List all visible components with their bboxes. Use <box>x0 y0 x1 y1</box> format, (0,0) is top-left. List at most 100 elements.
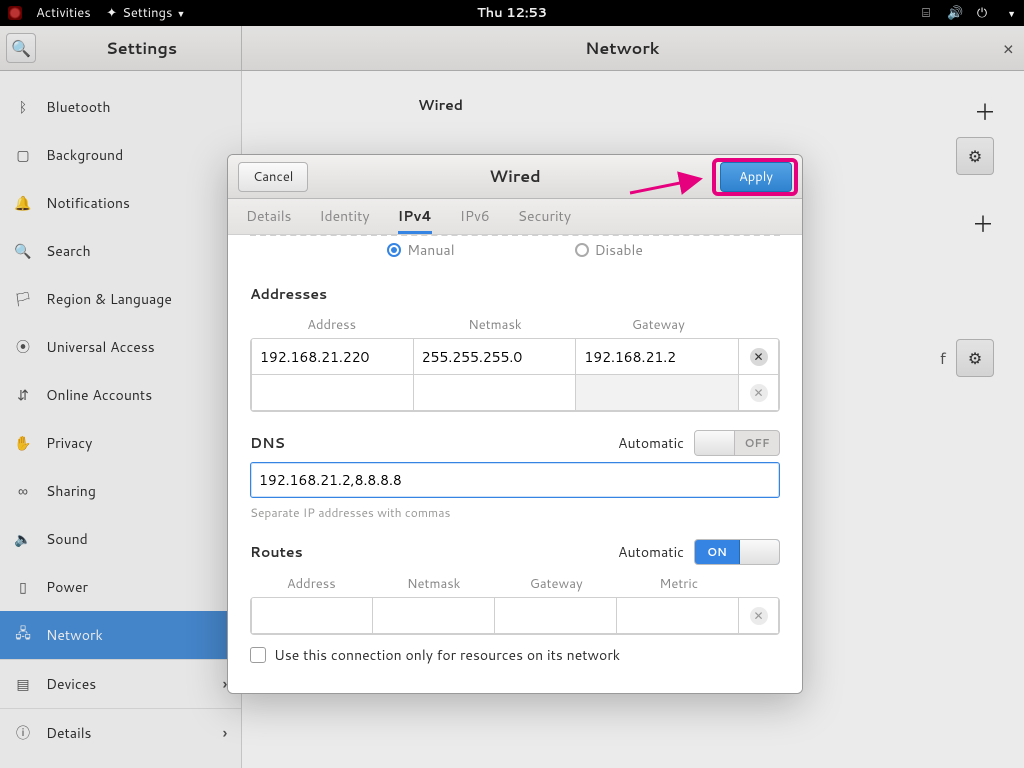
vpn-settings-gear-button[interactable]: ⚙ <box>956 339 994 377</box>
sidebar-item-devices[interactable]: ▤Devices› <box>0 660 241 708</box>
details-icon: ⓘ <box>14 723 32 743</box>
tab-ipv4[interactable]: IPv4 <box>398 198 432 234</box>
vpn-off-text: f <box>940 347 946 370</box>
share-icon: ∞ <box>14 481 32 501</box>
dns-automatic-switch[interactable]: OFF <box>694 430 780 456</box>
dns-servers-input[interactable] <box>250 462 780 498</box>
search-button[interactable]: 🔍 <box>6 33 36 63</box>
dns-automatic-label: Automatic <box>618 433 684 453</box>
sidebar-item-bluetooth[interactable]: ᛒ Bluetooth <box>0 83 241 131</box>
window-close-button[interactable]: × <box>1003 35 1014 61</box>
left-pane-title: Settings <box>42 37 241 60</box>
sidebar-item-label: Region & Language <box>46 289 172 309</box>
routes-table: ✕ <box>250 597 780 635</box>
sidebar-item-label: Search <box>46 241 91 261</box>
accessibility-icon: ⦿ <box>14 337 32 357</box>
sidebar-item-label: Details <box>46 723 92 743</box>
wired-settings-gear-button[interactable]: ⚙ <box>956 137 994 175</box>
sidebar-item-label: Online Accounts <box>46 385 152 405</box>
dialog-title: Wired <box>489 165 540 188</box>
only-resources-checkbox[interactable]: Use this connection only for resources o… <box>250 645 780 665</box>
devices-icon: ▤ <box>14 674 32 694</box>
sidebar-item-label: Devices <box>46 674 96 694</box>
app-menu[interactable]: ✦ Settings▼ <box>105 4 186 22</box>
sidebar-item-power[interactable]: ▯Power <box>0 563 241 611</box>
sidebar-item-search[interactable]: 🔍 Search <box>0 227 241 275</box>
power-icon[interactable]: ⏻ <box>975 4 989 22</box>
address-input[interactable] <box>252 339 413 374</box>
battery-icon: ▯ <box>14 577 32 597</box>
hand-icon: ✋ <box>14 433 32 453</box>
netmask-input-empty[interactable] <box>414 375 576 410</box>
route-netmask-input[interactable] <box>373 598 494 633</box>
tab-ipv6[interactable]: IPv6 <box>460 198 490 234</box>
remove-route-button[interactable]: ✕ <box>739 598 779 634</box>
remove-address-button[interactable]: ✕ <box>739 339 779 375</box>
cancel-button[interactable]: Cancel <box>238 162 308 192</box>
remove-icon: ✕ <box>750 384 768 402</box>
page-title: Network <box>242 37 1003 60</box>
sidebar-item-details[interactable]: ⓘ Details › <box>0 709 241 757</box>
routes-label: Routes <box>250 542 303 562</box>
clock[interactable]: Thu 12:53 <box>477 4 547 22</box>
switch-label: OFF <box>735 435 779 451</box>
wrench-icon: ✦ <box>105 4 119 22</box>
tab-security[interactable]: Security <box>518 198 571 234</box>
tab-details[interactable]: Details <box>246 198 292 234</box>
add-connection-button[interactable]: ＋ <box>972 209 994 240</box>
sidebar-item-label: Universal Access <box>46 337 155 357</box>
sidebar-item-universal-access[interactable]: ⦿ Universal Access <box>0 323 241 371</box>
column-header: Gateway <box>577 316 740 334</box>
switch-label: ON <box>695 544 739 560</box>
netmask-input[interactable] <box>414 339 576 374</box>
sidebar-item-privacy[interactable]: ✋ Privacy <box>0 419 241 467</box>
route-metric-input[interactable] <box>617 598 738 633</box>
ipv4-method-disable-radio[interactable]: Disable <box>575 240 643 260</box>
bell-icon: 🔔 <box>14 193 32 213</box>
sidebar-item-sharing[interactable]: ∞Sharing <box>0 467 241 515</box>
activities-button[interactable]: Activities <box>36 4 91 22</box>
remove-address-button[interactable]: ✕ <box>739 375 779 411</box>
gear-icon: ⚙ <box>968 347 982 370</box>
network-status-icon[interactable]: ⌸ <box>919 4 933 22</box>
dns-hint: Separate IP addresses with commas <box>250 504 780 521</box>
route-address-input[interactable] <box>252 598 372 633</box>
dialog-tabs: Details Identity IPv4 IPv6 Security <box>228 199 802 235</box>
gnome-topbar: Activities ✦ Settings▼ Thu 12:53 ⌸ 🔊 ⏻ ▼ <box>0 0 1024 26</box>
wired-section-title: Wired <box>418 95 463 115</box>
sidebar-item-background[interactable]: ▢Background <box>0 131 241 179</box>
sidebar-item-region[interactable]: 🏳Region & Language <box>0 275 241 323</box>
sidebar-item-network[interactable]: 🖧Network <box>0 611 241 659</box>
settings-sidebar: ᛒ Bluetooth ▢Background 🔔Notifications 🔍 S… <box>0 71 242 768</box>
add-wired-button[interactable]: ＋ <box>974 95 996 128</box>
dns-label: DNS <box>250 433 285 453</box>
sidebar-item-online-accounts[interactable]: ⇵ Online Accounts <box>0 371 241 419</box>
speaker-icon: 🔈 <box>14 529 32 549</box>
route-gateway-input[interactable] <box>495 598 616 633</box>
routes-automatic-switch[interactable]: ON <box>694 539 780 565</box>
addresses-table: ✕ ✕ <box>250 338 780 412</box>
system-menu-chevron-icon[interactable]: ▼ <box>1007 7 1016 20</box>
sidebar-item-notifications[interactable]: 🔔Notifications <box>0 179 241 227</box>
cloud-icon: ⇵ <box>14 385 32 405</box>
column-header: Address <box>250 316 413 334</box>
network-icon: 🖧 <box>14 623 32 647</box>
tab-identity[interactable]: Identity <box>320 198 370 234</box>
ipv4-method-manual-radio[interactable]: Manual <box>387 240 454 260</box>
column-header: Netmask <box>373 575 496 593</box>
radio-label: Disable <box>595 240 643 260</box>
column-header: Metric <box>618 575 741 593</box>
sidebar-item-sound[interactable]: 🔈Sound <box>0 515 241 563</box>
remove-icon: ✕ <box>750 607 768 625</box>
chevron-right-icon: › <box>223 723 227 743</box>
headerbar: 🔍 Settings Network × <box>0 26 1024 71</box>
search-icon: 🔍 <box>14 241 32 261</box>
address-input-empty[interactable] <box>252 375 413 410</box>
gateway-input[interactable] <box>576 339 738 374</box>
bluetooth-icon: ᛒ <box>14 97 32 117</box>
annotation-arrow <box>630 175 706 195</box>
sidebar-item-label: Privacy <box>46 433 92 453</box>
volume-icon[interactable]: 🔊 <box>947 4 961 22</box>
remove-icon: ✕ <box>750 348 768 366</box>
sidebar-item-label: Bluetooth <box>46 97 110 117</box>
